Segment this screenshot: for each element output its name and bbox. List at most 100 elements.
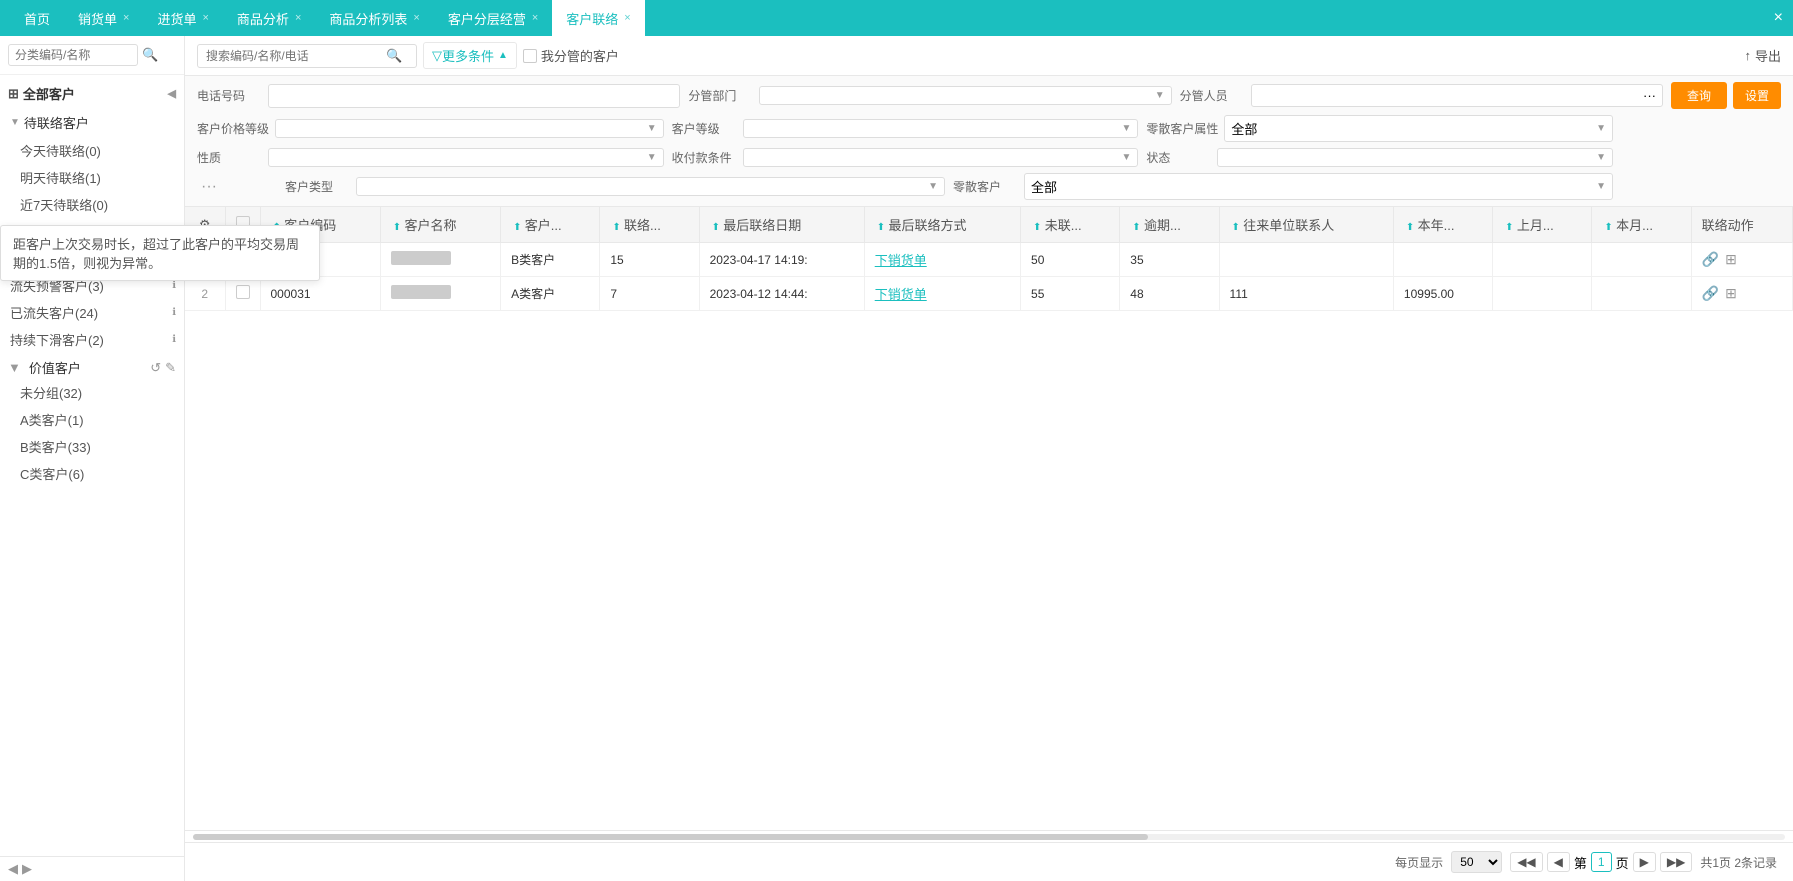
filter-price-grade-label: 客户价格等级	[197, 120, 269, 137]
nav-customer-tiered[interactable]: 客户分层经营 ×	[434, 0, 552, 36]
col-contact-count-header: ⬆ 联络...	[600, 207, 699, 243]
sidebar-item-declining[interactable]: 持续下滑客户(2) ℹ	[0, 326, 184, 353]
contact-action-icon[interactable]: 🔗	[1702, 285, 1719, 302]
nav-customer-contact[interactable]: 客户联络 ×	[552, 0, 644, 36]
close-purchase-order-icon[interactable]: ×	[202, 12, 208, 24]
sidebar-item-churned[interactable]: 已流失客户(24) ℹ	[0, 299, 184, 326]
sidebar-item-unclassified[interactable]: 未分组(32)	[0, 379, 184, 406]
prev-page-btn[interactable]: ◀	[1547, 852, 1570, 872]
filter-dept-select[interactable]: ▼	[759, 86, 1171, 105]
filter-customer-type-select[interactable]: ▼	[356, 177, 945, 196]
nav-purchase-order[interactable]: 进货单 ×	[143, 0, 222, 36]
first-page-btn[interactable]: ◀◀	[1510, 852, 1542, 872]
scrollbar-thumb[interactable]	[193, 834, 1148, 840]
last-page-btn[interactable]: ▶▶	[1660, 852, 1692, 872]
edit-value-group-icon[interactable]: ✎	[165, 360, 176, 376]
row-action-icons: 🔗 ⊞	[1702, 285, 1782, 302]
filter-phone-label: 电话号码	[197, 87, 262, 104]
col-last-contact-method-sort-icon[interactable]: ⬆	[877, 222, 885, 233]
more-action-icon[interactable]: ⊞	[1725, 285, 1737, 302]
global-close-icon[interactable]: ×	[1774, 9, 1783, 27]
col-last-month-sort-icon[interactable]: ⬆	[1505, 222, 1513, 233]
per-page-select[interactable]: 50 100	[1451, 851, 1502, 873]
close-product-analysis-icon[interactable]: ×	[295, 12, 301, 24]
sidebar-collapse-icon[interactable]: ◀	[168, 87, 176, 100]
query-button[interactable]: 查询	[1671, 82, 1727, 109]
info-icon3: ℹ	[172, 307, 176, 318]
sidebar-item-7day-contact[interactable]: 近7天待联络(0)	[0, 191, 184, 218]
close-customer-contact-icon[interactable]: ×	[624, 12, 630, 24]
sidebar-item-today-contact[interactable]: 今天待联络(0)	[0, 137, 184, 164]
sidebar-search-bar: 🔍	[0, 36, 184, 75]
row-last-method-cell: 下销货单	[864, 243, 1020, 277]
sidebar-value-group-header[interactable]: ▼ 价值客户 ↺ ✎	[0, 353, 184, 379]
col-no-contact-sort-icon[interactable]: ⬆	[1033, 222, 1041, 233]
filter-phone-input[interactable]	[268, 84, 680, 108]
nav-sales-order[interactable]: 销货单 ×	[64, 0, 143, 36]
col-last-contact-method-header: ⬆ 最后联络方式	[864, 207, 1020, 243]
filter-manager-select[interactable]: ···	[1251, 84, 1663, 107]
sidebar-search-input[interactable]	[8, 44, 138, 66]
row-last-date-cell: 2023-04-17 14:19:	[699, 243, 864, 277]
per-page-label: 每页显示	[1395, 854, 1443, 871]
export-btn[interactable]: ↑ 导出	[1744, 46, 1781, 65]
sidebar-left-arrow[interactable]: ◀	[8, 861, 18, 877]
last-method-link[interactable]: 下销货单	[875, 287, 927, 302]
filter-price-grade-select[interactable]: ▼	[275, 119, 664, 138]
filter-more-dots[interactable]: ···	[197, 178, 221, 196]
sidebar-search-icon[interactable]: 🔍	[142, 47, 158, 63]
next-page-btn[interactable]: ▶	[1633, 852, 1656, 872]
col-contacts-sort-icon[interactable]: ⬆	[1232, 222, 1240, 233]
filter-payment-select[interactable]: ▼	[743, 148, 1139, 167]
more-conditions-btn[interactable]: ▽ 更多条件 ▲	[423, 42, 517, 69]
refresh-icon[interactable]: ↺	[150, 360, 161, 376]
col-contact-count-sort-icon[interactable]: ⬆	[612, 222, 620, 233]
filter-price-grade-arrow: ▼	[647, 123, 657, 134]
settings-button[interactable]: 设置	[1733, 82, 1781, 109]
row-checkbox-1[interactable]	[236, 285, 250, 299]
col-name-sort-icon[interactable]: ⬆	[393, 222, 401, 233]
nav-product-analysis-list[interactable]: 商品分析列表 ×	[315, 0, 433, 36]
contact-action-icon[interactable]: 🔗	[1702, 251, 1719, 268]
scrollbar-track	[193, 834, 1785, 840]
sidebar-item-class-c[interactable]: C类客户(6)	[0, 460, 184, 487]
col-this-month-sort-icon[interactable]: ⬆	[1604, 222, 1612, 233]
my-customers-checkbox[interactable]	[523, 49, 537, 63]
nav-product-analysis[interactable]: 商品分析 ×	[223, 0, 315, 36]
col-this-year-sort-icon[interactable]: ⬆	[1406, 222, 1414, 233]
filter-dept-select-arrow: ▼	[1155, 90, 1165, 101]
pagination-bar: 每页显示 50 100 ◀◀ ◀ 第 1 页 ▶ ▶▶ 共1页 2条记录	[185, 842, 1793, 881]
row-no-contact-cell: 50	[1021, 243, 1120, 277]
filter-retail-customer-arrow: ▼	[1596, 181, 1606, 192]
more-action-icon[interactable]: ⊞	[1725, 251, 1737, 268]
filter-search-input[interactable]	[206, 49, 386, 63]
row-this-month-cell	[1592, 277, 1691, 311]
filter-search-icon[interactable]: 🔍	[386, 48, 402, 64]
customer-name-blurred	[391, 285, 451, 299]
horizontal-scrollbar[interactable]	[185, 830, 1793, 842]
col-name-header: ⬆ 客户名称	[380, 207, 500, 243]
sidebar-item-tomorrow-contact[interactable]: 明天待联络(1)	[0, 164, 184, 191]
row-last-month-cell	[1493, 277, 1592, 311]
col-category-sort-icon[interactable]: ⬆	[513, 222, 521, 233]
filter-retail-attr-select[interactable]: 全部 ▼	[1224, 115, 1613, 142]
last-method-link[interactable]: 下销货单	[875, 253, 927, 268]
col-last-contact-date-sort-icon[interactable]: ⬆	[712, 222, 720, 233]
close-customer-tiered-icon[interactable]: ×	[532, 12, 538, 24]
sidebar-group-waiting-contact[interactable]: ▼ 待联络客户	[0, 108, 184, 137]
filter-customer-grade-select[interactable]: ▼	[743, 119, 1139, 138]
col-last-contact-date-header: ⬆ 最后联络日期	[699, 207, 864, 243]
filter-nature-select[interactable]: ▼	[268, 148, 664, 167]
sidebar-right-arrow[interactable]: ▶	[22, 861, 32, 877]
close-sales-order-icon[interactable]: ×	[123, 12, 129, 24]
close-product-analysis-list-icon[interactable]: ×	[413, 12, 419, 24]
filter-status-select[interactable]: ▼	[1217, 148, 1613, 167]
sidebar-all-customers[interactable]: ⊞ 全部客户 ◀	[0, 79, 184, 108]
nav-home[interactable]: 首页	[10, 0, 64, 36]
sidebar-item-class-b[interactable]: B类客户(33)	[0, 433, 184, 460]
filter-manager-label: 分管人员	[1180, 87, 1245, 104]
filter-retail-customer-select[interactable]: 全部 ▼	[1024, 173, 1613, 200]
sidebar-item-class-a[interactable]: A类客户(1)	[0, 406, 184, 433]
col-overdue-sort-icon[interactable]: ⬆	[1132, 222, 1140, 233]
row-last-date-cell: 2023-04-12 14:44:	[699, 277, 864, 311]
